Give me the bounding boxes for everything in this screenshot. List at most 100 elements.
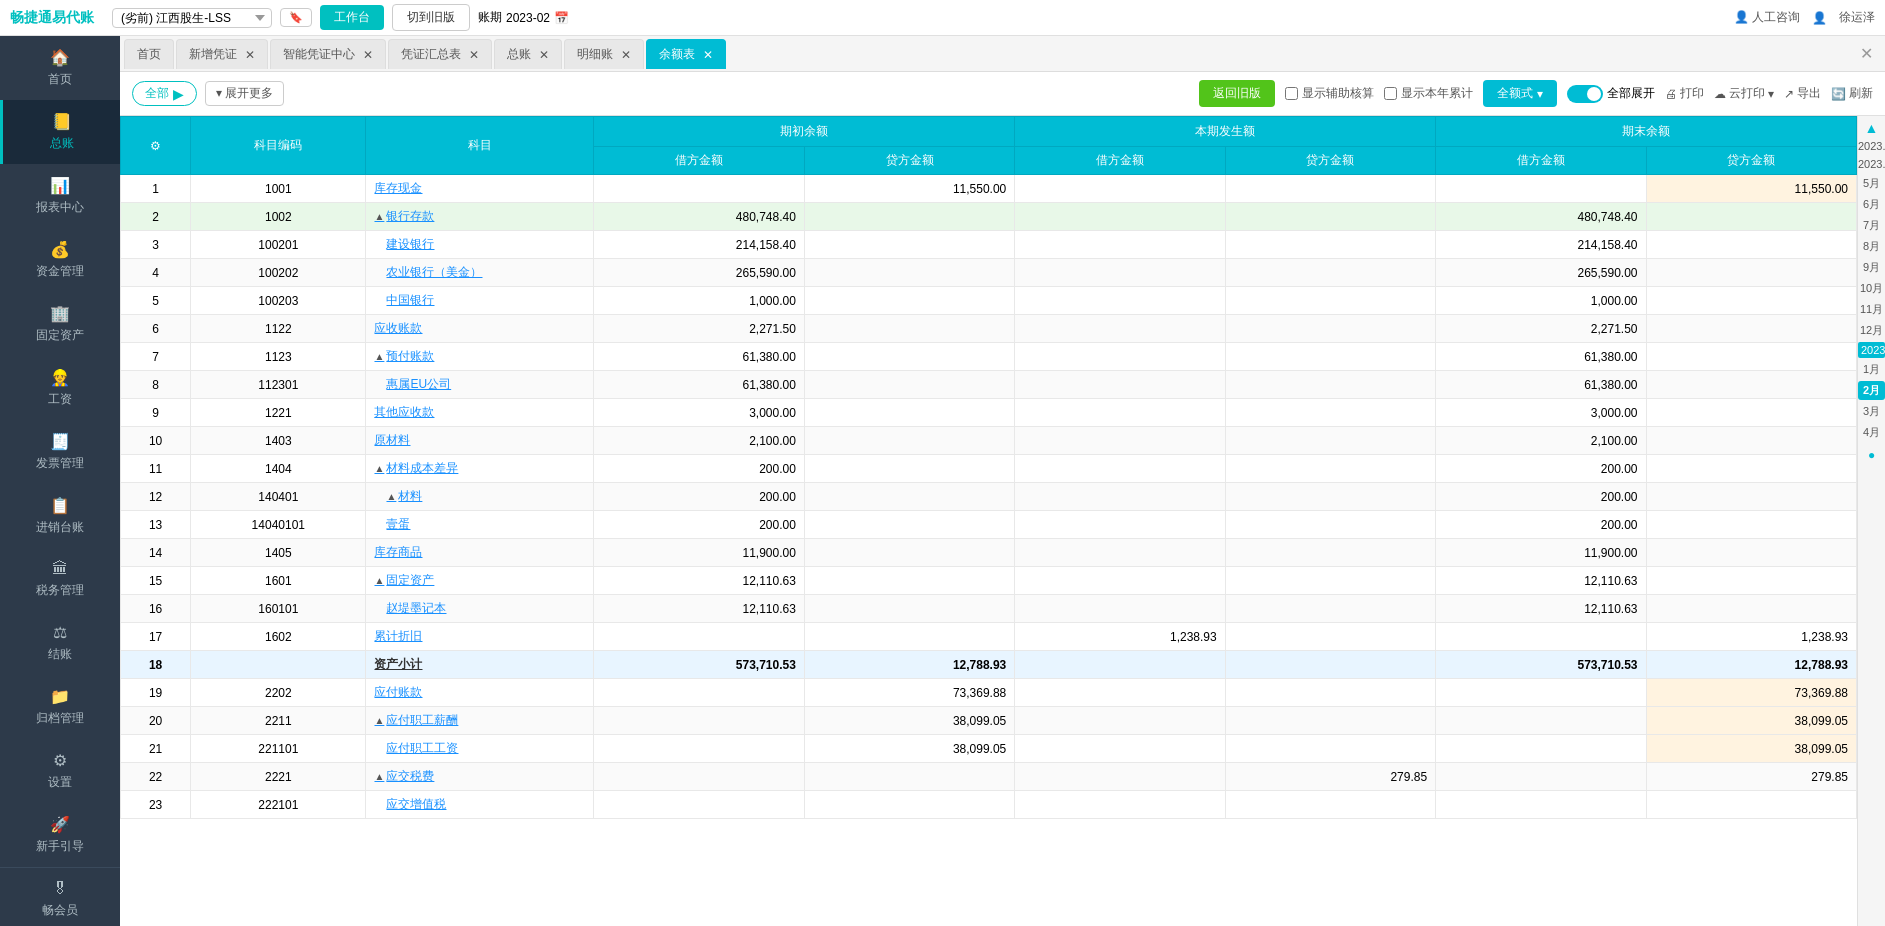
side-panel-up-arrow[interactable]: ▲	[1865, 120, 1879, 136]
side-panel-month-10[interactable]: 10月	[1858, 279, 1885, 298]
company-selector[interactable]: (劣前) 江西股生-LSS	[112, 8, 272, 28]
tab-general-ledger-close[interactable]: ✕	[539, 48, 549, 62]
row-code: 112301	[191, 371, 366, 399]
tab-home[interactable]: 首页	[124, 39, 174, 69]
tab-new-voucher-close[interactable]: ✕	[245, 48, 255, 62]
row-name[interactable]: ▲应付职工薪酬	[366, 707, 594, 735]
row-name[interactable]: 农业银行（美金）	[366, 259, 594, 287]
side-panel-month-6[interactable]: 6月	[1858, 195, 1885, 214]
full-format-button[interactable]: 全额式 ▾	[1483, 80, 1557, 107]
refresh-button[interactable]: 🔄 刷新	[1831, 85, 1873, 102]
side-panel-month-5[interactable]: 5月	[1858, 174, 1885, 193]
tab-detail-ledger[interactable]: 明细账 ✕	[564, 39, 644, 69]
row-name[interactable]: 惠属EU公司	[366, 371, 594, 399]
row-amount-3	[1225, 595, 1435, 623]
row-amount-3: 279.85	[1225, 763, 1435, 791]
row-name[interactable]: 应收账款	[366, 315, 594, 343]
row-name[interactable]: 应付职工工资	[366, 735, 594, 763]
sidebar-item-archive[interactable]: 📁 归档管理	[0, 675, 120, 739]
side-panel-month-9[interactable]: 9月	[1858, 258, 1885, 277]
tab-general-ledger[interactable]: 总账 ✕	[494, 39, 562, 69]
row-name[interactable]: 应交增值税	[366, 791, 594, 819]
sidebar-item-tax[interactable]: 🏛 税务管理	[0, 548, 120, 611]
cloud-print-button[interactable]: ☁ 云打印 ▾	[1714, 85, 1774, 102]
row-name[interactable]: 其他应收款	[366, 399, 594, 427]
row-name[interactable]: ▲材料	[366, 483, 594, 511]
switch-version-button[interactable]: 切到旧版	[392, 4, 470, 31]
toggle-switch-control[interactable]	[1567, 85, 1603, 103]
tab-voucher-summary[interactable]: 凭证汇总表 ✕	[388, 39, 492, 69]
tab-new-voucher[interactable]: 新增凭证 ✕	[176, 39, 268, 69]
row-name[interactable]: ▲预付账款	[366, 343, 594, 371]
export-button[interactable]: ↗ 导出	[1784, 85, 1821, 102]
side-panel-active-month[interactable]: 2月	[1858, 381, 1885, 400]
tab-balance-sheet[interactable]: 余额表 ✕	[646, 39, 726, 69]
side-panel-month-4[interactable]: 4月	[1858, 423, 1885, 442]
row-name[interactable]: 资产小计	[366, 651, 594, 679]
sidebar-item-member[interactable]: 🎖 畅会员	[0, 868, 120, 926]
row-name[interactable]: 建设银行	[366, 231, 594, 259]
side-panel-month-3[interactable]: 3月	[1858, 402, 1885, 421]
tab-voucher-summary-close[interactable]: ✕	[469, 48, 479, 62]
sidebar-item-salary[interactable]: 👷 工资	[0, 356, 120, 420]
sidebar-item-sales[interactable]: 📋 进销台账	[0, 484, 120, 548]
row-amount-5: 38,099.05	[1646, 735, 1856, 763]
tab-detail-ledger-close[interactable]: ✕	[621, 48, 631, 62]
row-code: 1602	[191, 623, 366, 651]
row-name[interactable]: 壹蛋	[366, 511, 594, 539]
user-service[interactable]: 👤 人工咨询	[1734, 9, 1800, 26]
print-button[interactable]: 🖨 打印	[1665, 85, 1704, 102]
return-button[interactable]: 返回旧版	[1199, 80, 1275, 107]
side-panel-year-2023-1[interactable]: 2023.	[1858, 138, 1885, 154]
show-auxiliary-checkbox[interactable]: 显示辅助核算	[1285, 85, 1374, 102]
row-name[interactable]: 应付账款	[366, 679, 594, 707]
tab-smart-voucher-close[interactable]: ✕	[363, 48, 373, 62]
side-panel-month-8[interactable]: 8月	[1858, 237, 1885, 256]
row-amount-1: 11,550.00	[804, 175, 1014, 203]
side-panel-dot[interactable]: ●	[1868, 448, 1875, 462]
sidebar-item-fixed-assets[interactable]: 🏢 固定资产	[0, 292, 120, 356]
show-year-total-checkbox[interactable]: 显示本年累计	[1384, 85, 1473, 102]
user-avatar[interactable]: 👤	[1812, 11, 1827, 25]
side-panel-month-7[interactable]: 7月	[1858, 216, 1885, 235]
row-name[interactable]: ▲应交税费	[366, 763, 594, 791]
row-name[interactable]: 累计折旧	[366, 623, 594, 651]
row-name[interactable]: ▲银行存款	[366, 203, 594, 231]
workspace-button[interactable]: 工作台	[320, 5, 384, 30]
side-panel-month-1[interactable]: 1月	[1858, 360, 1885, 379]
side-panel-year-2023-2[interactable]: 2023.	[1858, 156, 1885, 172]
calendar-icon[interactable]: 📅	[554, 11, 569, 25]
auxiliary-checkbox-input[interactable]	[1285, 87, 1298, 100]
expand-more-button[interactable]: ▾ 展开更多	[205, 81, 284, 106]
side-panel-month-12[interactable]: 12月	[1858, 321, 1885, 340]
row-no: 2	[121, 203, 191, 231]
tab-balance-sheet-close[interactable]: ✕	[703, 48, 713, 62]
sidebar-item-home[interactable]: 🏠 首页	[0, 36, 120, 100]
sidebar-item-ledger[interactable]: 📒 总账	[0, 100, 120, 164]
tab-smart-voucher-label: 智能凭证中心	[283, 46, 355, 63]
sidebar-item-settings[interactable]: ⚙ 设置	[0, 739, 120, 803]
salary-icon: 👷	[50, 368, 70, 387]
row-name[interactable]: 库存商品	[366, 539, 594, 567]
sidebar-label-salary: 工资	[48, 391, 72, 408]
side-panel-active-year[interactable]: 2023	[1858, 342, 1885, 358]
filter-all-button[interactable]: 全部 ▶	[132, 81, 197, 106]
side-panel-month-11[interactable]: 11月	[1858, 300, 1885, 319]
sidebar-item-close[interactable]: ⚖ 结账	[0, 611, 120, 675]
col-settings-header[interactable]: ⚙	[121, 117, 191, 175]
row-name[interactable]: ▲固定资产	[366, 567, 594, 595]
row-name[interactable]: 原材料	[366, 427, 594, 455]
row-name[interactable]: 中国银行	[366, 287, 594, 315]
year-total-checkbox-input[interactable]	[1384, 87, 1397, 100]
sidebar-item-invoice[interactable]: 🧾 发票管理	[0, 420, 120, 484]
tab-smart-voucher[interactable]: 智能凭证中心 ✕	[270, 39, 386, 69]
col-name-header: 科目	[366, 117, 594, 175]
bookmark-icon[interactable]: 🔖	[280, 8, 312, 27]
tab-close-window[interactable]: ✕	[1852, 38, 1881, 69]
sidebar-item-report[interactable]: 📊 报表中心	[0, 164, 120, 228]
row-name[interactable]: 库存现金	[366, 175, 594, 203]
sidebar-item-capital[interactable]: 💰 资金管理	[0, 228, 120, 292]
sidebar-item-guide[interactable]: 🚀 新手引导	[0, 803, 120, 867]
row-name[interactable]: 赵堤墨记本	[366, 595, 594, 623]
row-name[interactable]: ▲材料成本差异	[366, 455, 594, 483]
